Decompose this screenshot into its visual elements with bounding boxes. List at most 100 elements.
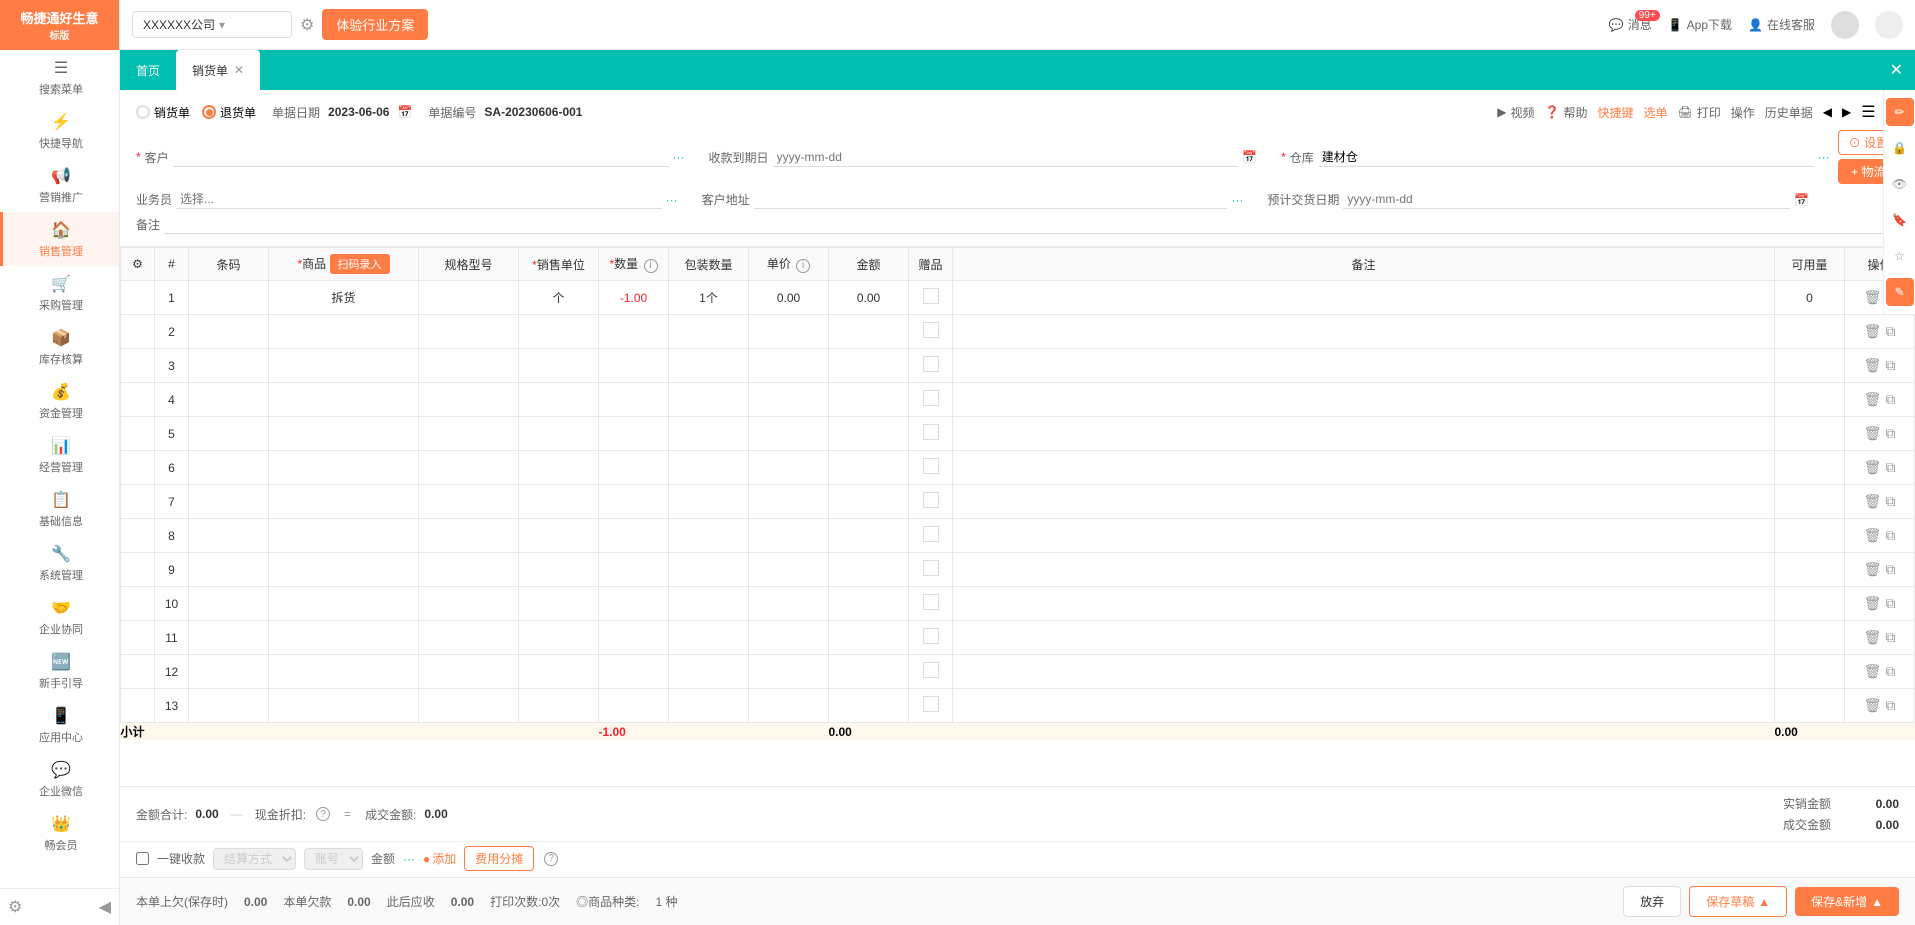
row-qty[interactable] (599, 689, 669, 723)
one-click-payment-checkbox[interactable] (136, 852, 149, 865)
app-download-btn[interactable]: 📱 App下载 (1668, 16, 1732, 33)
sidebar-item-purchase[interactable]: 🛒 采购管理 (0, 266, 119, 320)
customer-addr-input[interactable] (754, 190, 1228, 209)
row-barcode[interactable] (189, 349, 269, 383)
gift-checkbox[interactable] (923, 356, 939, 372)
row-product[interactable] (269, 553, 419, 587)
row-pkgqty[interactable] (669, 349, 749, 383)
row-gift[interactable] (909, 587, 953, 621)
expected-date-calendar-icon[interactable]: 📅 (1794, 193, 1809, 207)
row-unit[interactable] (519, 315, 599, 349)
row-amount[interactable] (829, 451, 909, 485)
row-pkgqty[interactable] (669, 519, 749, 553)
salesman-input[interactable] (176, 190, 662, 209)
row-pkgqty[interactable]: 1个 (669, 281, 749, 315)
gift-checkbox[interactable] (923, 322, 939, 338)
row-unit[interactable] (519, 689, 599, 723)
row-remark[interactable] (953, 689, 1775, 723)
row-price[interactable] (749, 451, 829, 485)
gift-checkbox[interactable] (923, 526, 939, 542)
calendar-icon[interactable]: 📅 (397, 105, 412, 119)
row-product[interactable] (269, 417, 419, 451)
add-payment-button[interactable]: ● 添加 (423, 850, 456, 867)
row-gift[interactable] (909, 485, 953, 519)
row-unit[interactable] (519, 587, 599, 621)
qty-info-icon[interactable]: i (644, 259, 658, 273)
row-remark[interactable] (953, 553, 1775, 587)
sidebar-item-finance[interactable]: 💰 资金管理 (0, 374, 119, 428)
row-copy-icon[interactable]: ⧉ (1885, 629, 1895, 646)
row-product[interactable] (269, 315, 419, 349)
row-unit[interactable] (519, 349, 599, 383)
row-spec[interactable] (419, 587, 519, 621)
row-spec[interactable] (419, 689, 519, 723)
row-remark[interactable] (953, 315, 1775, 349)
row-product[interactable] (269, 383, 419, 417)
print-link[interactable]: 🖨 打印 (1678, 104, 1721, 121)
tab-close-icon[interactable]: ✕ (234, 63, 244, 77)
row-copy-icon[interactable]: ⧉ (1885, 527, 1895, 544)
gift-checkbox[interactable] (923, 696, 939, 712)
row-gift[interactable] (909, 451, 953, 485)
row-spec[interactable] (419, 621, 519, 655)
row-qty[interactable] (599, 383, 669, 417)
row-spec[interactable] (419, 349, 519, 383)
row-gift[interactable] (909, 417, 953, 451)
gift-checkbox[interactable] (923, 288, 939, 304)
row-amount[interactable] (829, 519, 909, 553)
warehouse-input[interactable] (1318, 148, 1814, 167)
row-pkgqty[interactable] (669, 655, 749, 689)
gift-checkbox[interactable] (923, 560, 939, 576)
gift-checkbox[interactable] (923, 594, 939, 610)
row-remark[interactable] (953, 281, 1775, 315)
customer-input[interactable] (173, 148, 669, 167)
settings-bottom-icon[interactable]: ⚙ (8, 897, 22, 917)
right-panel-edit[interactable]: ✏ (1886, 98, 1914, 126)
operate-link[interactable]: 操作 (1731, 104, 1755, 121)
gift-checkbox[interactable] (923, 424, 939, 440)
row-remark[interactable] (953, 383, 1775, 417)
row-amount[interactable] (829, 655, 909, 689)
row-product[interactable] (269, 655, 419, 689)
row-barcode[interactable] (189, 689, 269, 723)
user-avatar-2[interactable] (1875, 11, 1903, 39)
account-dots[interactable]: ··· (403, 852, 415, 866)
row-remark[interactable] (953, 655, 1775, 689)
row-product[interactable]: 拆货 (269, 281, 419, 315)
row-product[interactable] (269, 689, 419, 723)
row-remark[interactable] (953, 485, 1775, 519)
row-qty[interactable]: -1.00 (599, 281, 669, 315)
row-pkgqty[interactable] (669, 417, 749, 451)
row-copy-icon[interactable]: ⧉ (1885, 323, 1895, 340)
row-delete-icon[interactable]: 🗑 (1864, 289, 1882, 306)
collapse-icon[interactable]: ◀ (99, 897, 111, 917)
row-unit[interactable] (519, 621, 599, 655)
row-copy-icon[interactable]: ⧉ (1885, 663, 1895, 680)
row-spec[interactable] (419, 315, 519, 349)
row-copy-icon[interactable]: ⧉ (1885, 561, 1895, 578)
row-product[interactable] (269, 519, 419, 553)
row-pkgqty[interactable] (669, 553, 749, 587)
row-price[interactable] (749, 383, 829, 417)
row-remark[interactable] (953, 587, 1775, 621)
row-qty[interactable] (599, 621, 669, 655)
trial-button[interactable]: 体验行业方案 (322, 9, 428, 40)
row-pkgqty[interactable] (669, 451, 749, 485)
sidebar-item-inventory[interactable]: 📦 库存核算 (0, 320, 119, 374)
col-settings-header[interactable]: ⚙ (121, 248, 155, 281)
row-price[interactable] (749, 689, 829, 723)
row-spec[interactable] (419, 519, 519, 553)
row-copy-icon[interactable]: ⧉ (1885, 357, 1895, 374)
due-date-calendar-icon[interactable]: 📅 (1242, 150, 1257, 164)
notes-input[interactable] (164, 215, 1899, 234)
row-spec[interactable] (419, 553, 519, 587)
row-qty[interactable] (599, 587, 669, 621)
row-qty[interactable] (599, 417, 669, 451)
sidebar-item-basic[interactable]: 📋 基础信息 (0, 482, 119, 536)
row-qty[interactable] (599, 451, 669, 485)
row-copy-icon[interactable]: ⧉ (1885, 459, 1895, 476)
row-amount[interactable] (829, 621, 909, 655)
customer-addr-dots[interactable]: ··· (1231, 193, 1243, 207)
row-product[interactable] (269, 621, 419, 655)
row-delete-icon[interactable]: 🗑 (1864, 323, 1882, 340)
